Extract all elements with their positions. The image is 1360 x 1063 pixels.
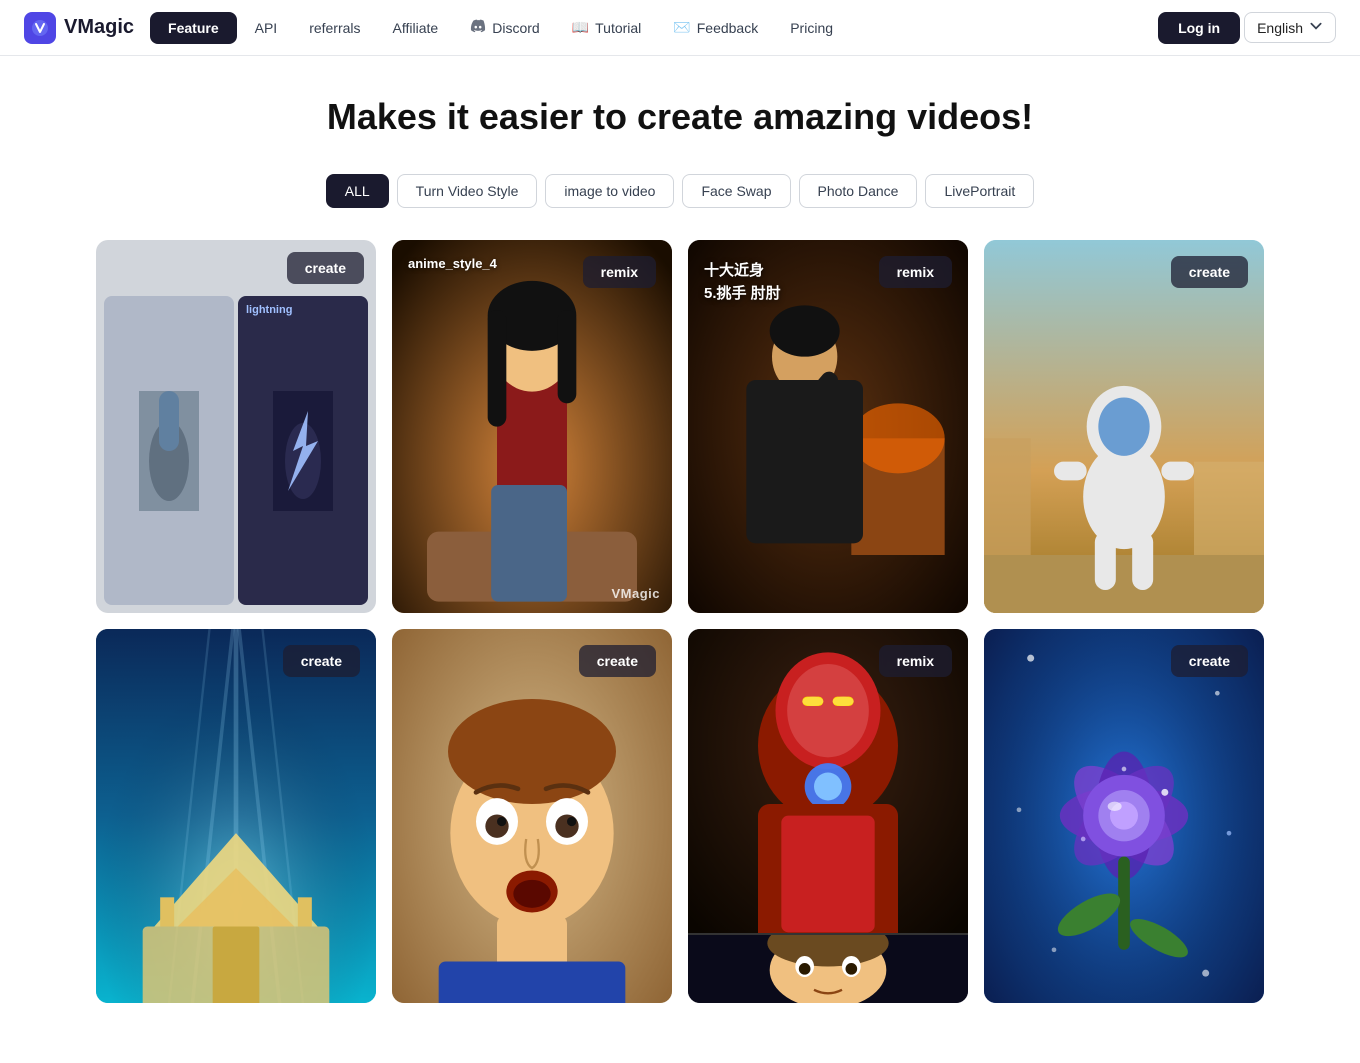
card-1: create lightning [96,240,376,613]
tab-liveportrait[interactable]: LivePortrait [925,174,1034,208]
logo-text: VMagic [64,16,134,39]
feedback-icon: ✉️ [673,19,690,36]
card-8-create-button[interactable]: create [1171,645,1248,677]
tab-turn-video-style[interactable]: Turn Video Style [397,174,538,208]
feedback-link[interactable]: ✉️ Feedback [659,13,772,42]
main-content: Makes it easier to create amazing videos… [80,56,1280,1063]
tab-image-to-video[interactable]: image to video [545,174,674,208]
card-8: create [984,629,1264,1002]
api-link[interactable]: API [241,14,292,42]
logo-icon [24,12,56,44]
card-7: remix [688,629,968,1002]
discord-link[interactable]: Discord [456,12,553,43]
card-5: create [96,629,376,1002]
tab-photo-dance[interactable]: Photo Dance [799,174,918,208]
pricing-link[interactable]: Pricing [776,14,847,42]
card-2: remix anime_style_4 VMagic [392,240,672,613]
card-4-create-button[interactable]: create [1171,256,1248,288]
navbar: VMagic Feature API referrals Affiliate D… [0,0,1360,56]
tutorial-icon: 📖 [572,19,589,36]
language-label: English [1257,20,1303,36]
card-2-watermark: VMagic [611,586,660,601]
feedback-label: Feedback [697,20,758,36]
discord-icon [470,18,486,37]
card-2-label: anime_style_4 [408,256,497,271]
tutorial-link[interactable]: 📖 Tutorial [558,13,656,42]
card-1-create-button[interactable]: create [287,252,364,284]
logo[interactable]: VMagic [24,12,134,44]
tab-all[interactable]: ALL [326,174,389,208]
card-3-chinese-text: 十大近身5.挑手 肘肘 [704,260,781,305]
card-3: remix 十大近身5.挑手 肘肘 [688,240,968,613]
referrals-link[interactable]: referrals [295,14,374,42]
feature-button[interactable]: Feature [150,12,237,44]
affiliate-link[interactable]: Affiliate [379,14,453,42]
filter-tabs: ALL Turn Video Style image to video Face… [96,174,1264,208]
tutorial-label: Tutorial [595,20,641,36]
card-6-create-button[interactable]: create [579,645,656,677]
language-selector[interactable]: English [1244,12,1336,43]
login-button[interactable]: Log in [1158,12,1240,44]
card-5-create-button[interactable]: create [283,645,360,677]
card-grid: create lightning [96,240,1264,1003]
chevron-down-icon [1309,19,1323,36]
tab-face-swap[interactable]: Face Swap [682,174,790,208]
card-3-remix-button[interactable]: remix [879,256,952,288]
card-6: create [392,629,672,1002]
card-4: create [984,240,1264,613]
hero-title: Makes it easier to create amazing videos… [96,96,1264,138]
card-7-remix-button[interactable]: remix [879,645,952,677]
discord-label: Discord [492,20,539,36]
card-2-remix-button[interactable]: remix [583,256,656,288]
